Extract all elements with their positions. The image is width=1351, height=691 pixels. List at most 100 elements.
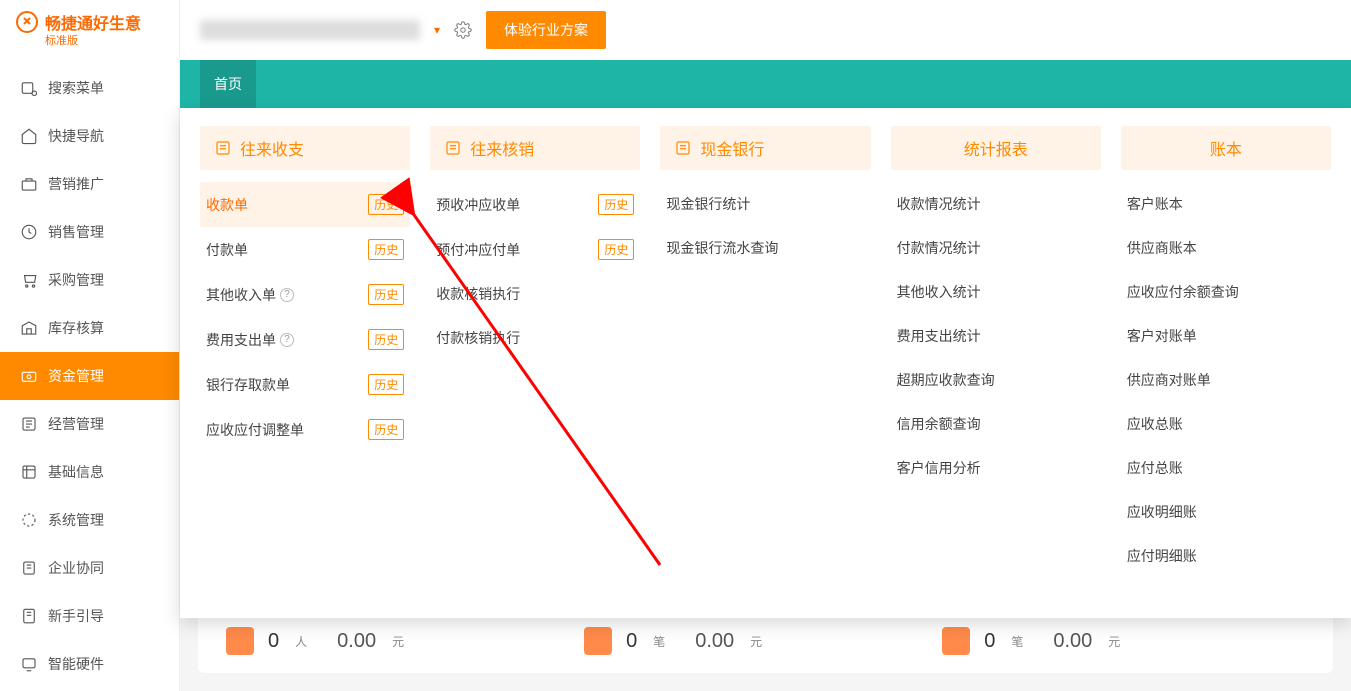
mega-item[interactable]: 费用支出统计 [891, 314, 1101, 358]
sidebar-item-quick-nav[interactable]: 快捷导航 [0, 112, 179, 160]
mega-item[interactable]: 应收应付余额查询 [1121, 270, 1331, 314]
mega-item[interactable]: 银行存取款单 历史 [200, 362, 410, 407]
topbar: ▾ 体验行业方案 [180, 0, 1351, 60]
history-badge[interactable]: 历史 [368, 284, 404, 305]
history-badge[interactable]: 历史 [368, 374, 404, 395]
mega-item[interactable]: 预收冲应收单 历史 [430, 182, 640, 227]
mega-item-label: 预收冲应收单 [436, 195, 520, 215]
mega-item[interactable]: 客户账本 [1121, 182, 1331, 226]
mega-item-label: 付款情况统计 [897, 238, 981, 258]
mega-item-label: 客户账本 [1127, 194, 1183, 214]
inventory-icon [20, 319, 38, 337]
mega-item[interactable]: 供应商对账单 [1121, 358, 1331, 402]
sidebar-item-system[interactable]: 系统管理 [0, 496, 179, 544]
mega-item[interactable]: 收款核销执行 [430, 272, 640, 316]
mega-item[interactable]: 应收应付调整单历史 [200, 407, 410, 452]
mega-item[interactable]: 其他收入统计 [891, 270, 1101, 314]
history-badge[interactable]: 历史 [368, 239, 404, 260]
mega-item[interactable]: 现金银行流水查询 [660, 226, 870, 270]
logo: 畅捷通好生意 标准版 [0, 0, 179, 58]
mega-item[interactable]: 超期应收款查询 [891, 358, 1101, 402]
mega-col-title: 账本 [1210, 136, 1242, 160]
stat-icon [226, 627, 254, 655]
mega-item-label: 应付总账 [1127, 458, 1183, 478]
sidebar-item-funds[interactable]: 资金管理 [0, 352, 179, 400]
history-badge[interactable]: 历史 [368, 194, 404, 215]
history-badge[interactable]: 历史 [368, 329, 404, 350]
stat-2: 0笔0.00元 [942, 627, 1120, 655]
sidebar-item-marketing[interactable]: 营销推广 [0, 160, 179, 208]
sidebar-item-label: 经营管理 [48, 414, 104, 434]
mega-item-label: 其他收入单? [206, 285, 294, 305]
mega-item[interactable]: 应付明细账 [1121, 534, 1331, 578]
history-badge[interactable]: 历史 [368, 419, 404, 440]
mega-item-label: 其他收入统计 [897, 282, 981, 302]
stat-icon [942, 627, 970, 655]
stat-0: 0人0.00元 [226, 627, 404, 655]
stat-count: 0 [626, 630, 637, 653]
mega-item[interactable]: 付款单历史 [200, 227, 410, 272]
sidebar-item-label: 资金管理 [48, 366, 104, 386]
mega-item[interactable]: 应收明细账 [1121, 490, 1331, 534]
sidebar: 畅捷通好生意 标准版 搜索菜单快捷导航营销推广销售管理采购管理库存核算资金管理经… [0, 0, 180, 691]
gear-icon[interactable] [454, 21, 472, 39]
tabbar: 首页 [180, 60, 1351, 108]
stat-1: 0笔0.00元 [584, 627, 762, 655]
sidebar-item-label: 采购管理 [48, 270, 104, 290]
mega-col-2: 现金银行现金银行统计现金银行流水查询 [660, 126, 870, 578]
sidebar-item-purchase[interactable]: 采购管理 [0, 256, 179, 304]
mega-item-label: 应收总账 [1127, 414, 1183, 434]
base-info-icon [20, 463, 38, 481]
sidebar-item-guide[interactable]: 新手引导 [0, 592, 179, 640]
history-badge[interactable]: 历史 [598, 194, 634, 215]
sidebar-item-collab[interactable]: 企业协同 [0, 544, 179, 592]
mega-item[interactable]: 付款核销执行 [430, 316, 640, 360]
tab-home[interactable]: 首页 [200, 60, 256, 108]
mega-item-label: 银行存取款单 [206, 375, 290, 395]
mega-item[interactable]: 应付总账 [1121, 446, 1331, 490]
help-icon[interactable]: ? [280, 333, 294, 347]
stat-amount: 0.00 [337, 630, 376, 653]
doc-icon [674, 139, 692, 157]
mega-item[interactable]: 费用支出单?历史 [200, 317, 410, 362]
mega-item[interactable]: 现金银行统计 [660, 182, 870, 226]
doc-icon [444, 139, 462, 157]
help-icon[interactable]: ? [280, 288, 294, 302]
sidebar-item-base-info[interactable]: 基础信息 [0, 448, 179, 496]
mega-item-label: 应收明细账 [1127, 502, 1197, 522]
sidebar-item-search-menu[interactable]: 搜索菜单 [0, 64, 179, 112]
mega-item-label: 费用支出统计 [897, 326, 981, 346]
sidebar-item-label: 企业协同 [48, 558, 104, 578]
sidebar-item-ops[interactable]: 经营管理 [0, 400, 179, 448]
mega-item[interactable]: 供应商账本 [1121, 226, 1331, 270]
mega-item-label: 付款核销执行 [436, 328, 520, 348]
sidebar-item-sales[interactable]: 销售管理 [0, 208, 179, 256]
mega-item[interactable]: 预付冲应付单历史 [430, 227, 640, 272]
content: 往来收支收款单历史付款单历史其他收入单?历史费用支出单?历史银行存取款单历史应收… [180, 108, 1351, 691]
mega-item[interactable]: 其他收入单? 历史 [200, 272, 410, 317]
mega-item[interactable]: 收款单历史 [200, 182, 410, 227]
chevron-down-icon[interactable]: ▾ [434, 23, 440, 37]
mega-col-head: 往来核销 [430, 126, 640, 170]
collab-icon [20, 559, 38, 577]
mega-item[interactable]: 收款情况统计 [891, 182, 1101, 226]
history-badge[interactable]: 历史 [598, 239, 634, 260]
guide-icon [20, 607, 38, 625]
mega-item[interactable]: 客户对账单 [1121, 314, 1331, 358]
stat-count: 0 [984, 630, 995, 653]
stat-count: 0 [268, 630, 279, 653]
mega-col-head: 现金银行 [660, 126, 870, 170]
mega-item[interactable]: 付款情况统计 [891, 226, 1101, 270]
sidebar-item-inventory[interactable]: 库存核算 [0, 304, 179, 352]
mega-item[interactable]: 客户信用分析 [891, 446, 1101, 490]
mega-item-label: 现金银行统计 [666, 194, 750, 214]
tenant-name[interactable] [200, 20, 420, 40]
ops-icon [20, 415, 38, 433]
mega-item[interactable]: 应收总账 [1121, 402, 1331, 446]
sidebar-item-hardware[interactable]: 智能硬件 [0, 640, 179, 688]
mega-col-1: 往来核销预收冲应收单历史预付冲应付单历史收款核销执行付款核销执行 [430, 126, 640, 578]
mega-item[interactable]: 信用余额查询 [891, 402, 1101, 446]
quick-nav-icon [20, 127, 38, 145]
industry-plan-button[interactable]: 体验行业方案 [486, 11, 606, 49]
marketing-icon [20, 175, 38, 193]
